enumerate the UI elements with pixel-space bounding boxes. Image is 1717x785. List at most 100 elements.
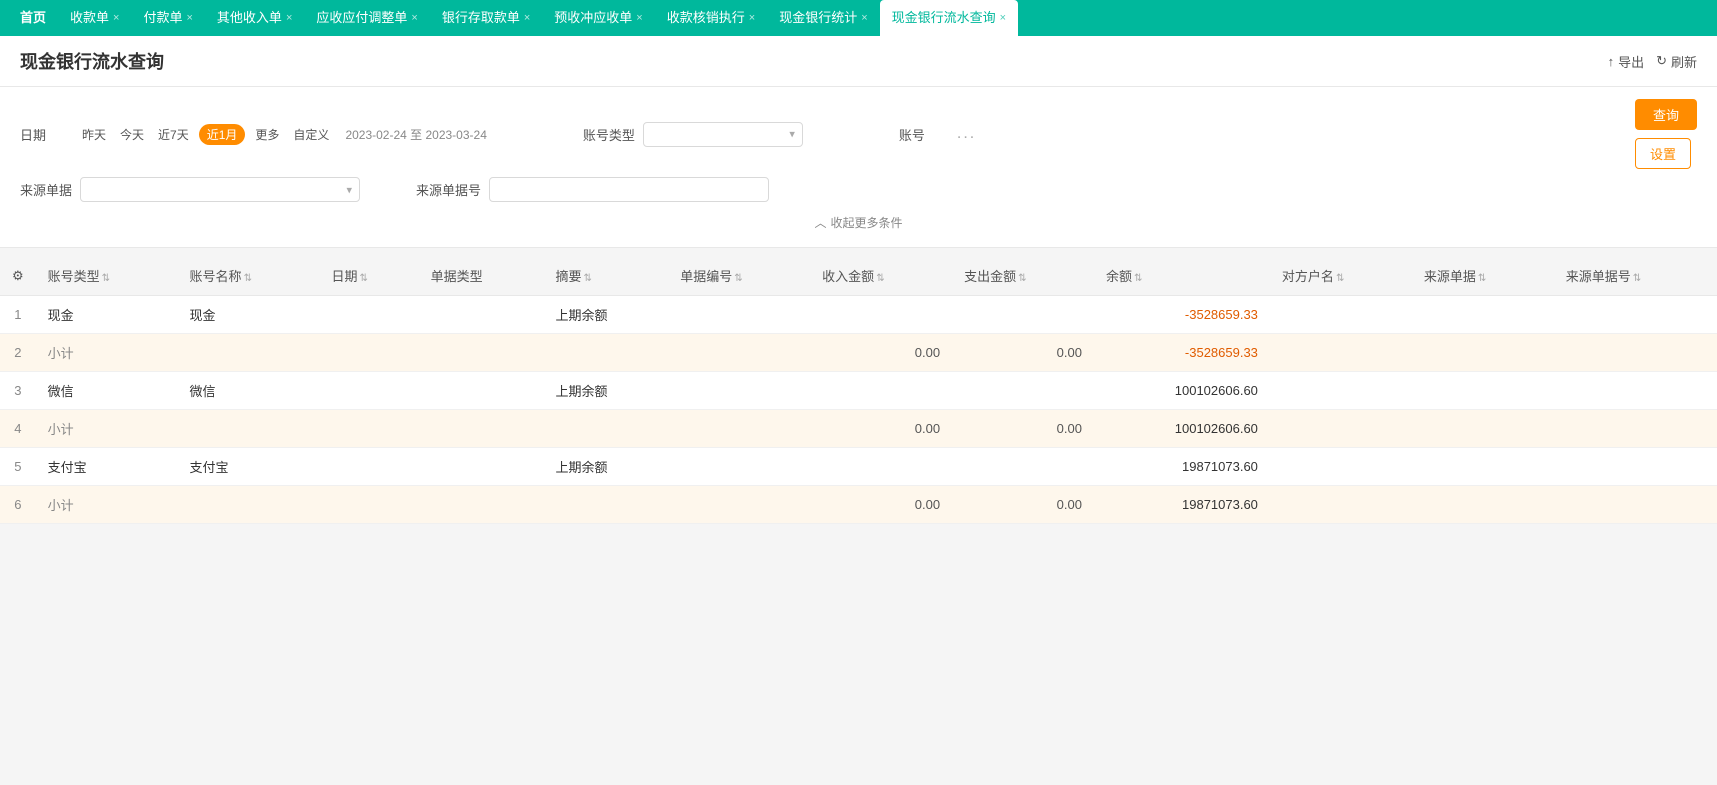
cell-account-name: 支付宝	[178, 448, 320, 486]
cell-doc-no	[668, 410, 810, 448]
close-prepayment-icon[interactable]: ×	[636, 0, 642, 36]
cell-date	[319, 296, 418, 334]
nav-tab-cash-flow[interactable]: 现金银行流水查询 ×	[880, 0, 1018, 36]
source-doc-no-input[interactable]	[489, 177, 769, 202]
column-gear[interactable]: ⚙	[0, 256, 36, 296]
cell-source-doc-no	[1554, 410, 1717, 448]
cell-expense: 0.00	[952, 486, 1094, 524]
nav-tab-bank-deposit[interactable]: 银行存取款单 ×	[430, 0, 542, 36]
cell-account-name	[178, 486, 320, 524]
table-body: 1 现金 现金 上期余额 -3528659.33 2 小计 0.00 0.00 …	[0, 296, 1717, 524]
column-income[interactable]: 收入金额⇅	[810, 256, 952, 296]
cell-expense	[952, 372, 1094, 410]
nav-tab-ar-ap-adjust[interactable]: 应收应付调整单 ×	[304, 0, 429, 36]
source-doc-select[interactable]	[80, 177, 360, 202]
date-today-btn[interactable]: 今天	[116, 124, 148, 145]
page-title: 现金银行流水查询	[20, 48, 164, 74]
close-ar-ap-icon[interactable]: ×	[411, 0, 417, 36]
date-custom-btn[interactable]: 自定义	[289, 124, 333, 145]
cell-balance: -3528659.33	[1094, 334, 1270, 372]
table-row: 1 现金 现金 上期余额 -3528659.33	[0, 296, 1717, 334]
cell-income	[810, 296, 952, 334]
cell-doc-no	[668, 334, 810, 372]
nav-home[interactable]: 首页	[8, 0, 58, 36]
table-row: 3 微信 微信 上期余额 100102606.60	[0, 372, 1717, 410]
table-row: 6 小计 0.00 0.00 19871073.60	[0, 486, 1717, 524]
cell-account-name	[178, 410, 320, 448]
cell-account-type: 小计	[36, 334, 178, 372]
column-counterpart[interactable]: 对方户名⇅	[1270, 256, 1412, 296]
sort-account-type-icon: ⇅	[102, 273, 110, 284]
date-range-display: 2023-02-24 至 2023-03-24	[345, 126, 486, 143]
column-date[interactable]: 日期⇅	[319, 256, 418, 296]
refresh-button[interactable]: ↻ 刷新	[1656, 52, 1697, 71]
cell-doc-no	[668, 296, 810, 334]
date-7days-btn[interactable]: 近7天	[154, 124, 193, 145]
sort-summary-icon: ⇅	[583, 273, 591, 284]
nav-tab-prepayment[interactable]: 预收冲应收单 ×	[542, 0, 654, 36]
nav-tab-other-income[interactable]: 其他收入单 ×	[205, 0, 304, 36]
filter-area: 日期 昨天 今天 近7天 近1月 更多 自定义 2023-02-24 至 202…	[0, 87, 1717, 248]
source-doc-select-wrapper	[80, 177, 360, 202]
cell-source-doc	[1412, 296, 1554, 334]
account-dots-btn[interactable]: ...	[957, 125, 976, 143]
cell-source-doc-no	[1554, 296, 1717, 334]
account-label: 账号	[899, 125, 949, 144]
column-doc-no[interactable]: 单据编号⇅	[668, 256, 810, 296]
date-more-btn[interactable]: 更多	[251, 124, 283, 145]
cell-date	[319, 372, 418, 410]
nav-tab-payments[interactable]: 付款单 ×	[131, 0, 204, 36]
column-summary[interactable]: 摘要⇅	[543, 256, 668, 296]
cell-source-doc-no	[1554, 334, 1717, 372]
source-doc-label: 来源单据	[20, 180, 72, 199]
close-payments-icon[interactable]: ×	[186, 0, 192, 36]
column-expense[interactable]: 支出金额⇅	[952, 256, 1094, 296]
column-source-doc[interactable]: 来源单据⇅	[1412, 256, 1554, 296]
cell-account-type: 微信	[36, 372, 178, 410]
close-bank-deposit-icon[interactable]: ×	[524, 0, 530, 36]
date-yesterday-btn[interactable]: 昨天	[78, 124, 110, 145]
column-source-doc-no[interactable]: 来源单据号⇅	[1554, 256, 1717, 296]
column-account-name[interactable]: 账号名称⇅	[178, 256, 320, 296]
close-other-income-icon[interactable]: ×	[286, 0, 292, 36]
nav-tab-cash-stats[interactable]: 现金银行统计 ×	[767, 0, 879, 36]
table-row: 2 小计 0.00 0.00 -3528659.33	[0, 334, 1717, 372]
column-balance[interactable]: 余额⇅	[1094, 256, 1270, 296]
cell-summary	[543, 334, 668, 372]
export-button[interactable]: ↑ 导出	[1608, 52, 1645, 71]
cell-doc-no	[668, 448, 810, 486]
date-label: 日期	[20, 125, 70, 144]
cell-source-doc-no	[1554, 486, 1717, 524]
nav-tab-receipts[interactable]: 收款单 ×	[58, 0, 131, 36]
settings-button[interactable]: 设置	[1635, 138, 1691, 169]
cell-counterpart	[1270, 486, 1412, 524]
row-num-4: 5	[0, 448, 36, 486]
cell-counterpart	[1270, 448, 1412, 486]
cell-doc-type	[419, 448, 544, 486]
date-1month-btn[interactable]: 近1月	[199, 124, 246, 145]
row-num-5: 6	[0, 486, 36, 524]
page-header: 现金银行流水查询 ↑ 导出 ↻ 刷新	[0, 36, 1717, 87]
cell-counterpart	[1270, 410, 1412, 448]
account-group: 账号 ...	[899, 125, 976, 144]
cell-summary: 上期余额	[543, 448, 668, 486]
account-type-label: 账号类型	[583, 125, 635, 144]
account-type-select[interactable]	[643, 122, 803, 147]
nav-tab-collection[interactable]: 收款核销执行 ×	[655, 0, 767, 36]
query-button[interactable]: 查询	[1635, 99, 1697, 130]
date-filter-group: 日期 昨天 今天 近7天 近1月 更多 自定义 2023-02-24 至 202…	[20, 124, 487, 145]
cell-income: 0.00	[810, 410, 952, 448]
filter-row-2: 来源单据 来源单据号	[20, 177, 1697, 202]
cell-doc-type	[419, 334, 544, 372]
column-account-type[interactable]: 账号类型⇅	[36, 256, 178, 296]
cell-summary: 上期余额	[543, 372, 668, 410]
close-collection-icon[interactable]: ×	[749, 0, 755, 36]
collapse-filters-btn[interactable]: ︿ 收起更多条件	[20, 210, 1697, 235]
cell-account-type: 小计	[36, 410, 178, 448]
close-cash-flow-icon[interactable]: ×	[1000, 0, 1006, 36]
close-receipts-icon[interactable]: ×	[113, 0, 119, 36]
column-doc-type[interactable]: 单据类型	[419, 256, 544, 296]
cell-balance: 19871073.60	[1094, 486, 1270, 524]
cell-doc-type	[419, 372, 544, 410]
close-cash-stats-icon[interactable]: ×	[861, 0, 867, 36]
